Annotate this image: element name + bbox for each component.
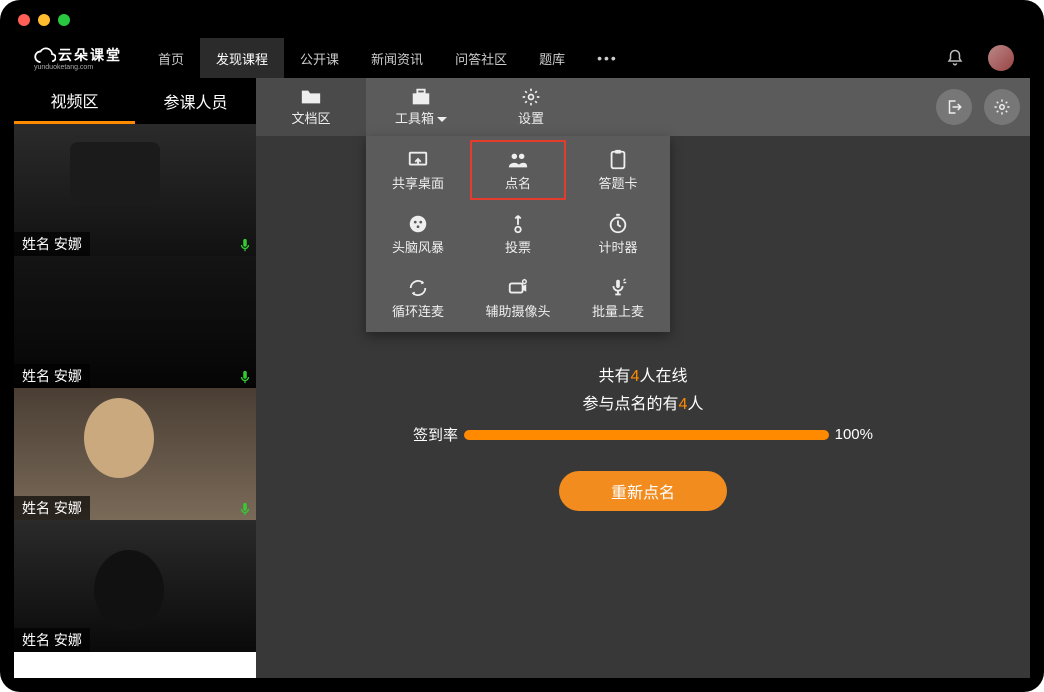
cloud-icon bbox=[34, 47, 56, 63]
batch-mic-icon bbox=[607, 277, 629, 299]
toolbox-button[interactable]: 工具箱 bbox=[366, 78, 476, 136]
min-dot[interactable] bbox=[38, 14, 50, 26]
vote-icon bbox=[507, 213, 529, 235]
nav-home[interactable]: 首页 bbox=[142, 38, 200, 78]
brainstorm-icon bbox=[407, 213, 429, 235]
tool-vote[interactable]: 投票 bbox=[468, 202, 568, 266]
exit-icon bbox=[945, 98, 963, 116]
toolbox-popup: 共享桌面 点名 答题卡 头脑风暴 投票 计时器 循环连麦 辅助摄像头 批量上麦 bbox=[366, 136, 670, 332]
tile-name: 姓名 安娜 bbox=[14, 496, 90, 520]
rate-row: 签到率 100% bbox=[413, 424, 873, 445]
aux-camera-icon bbox=[507, 277, 529, 299]
tab-roster[interactable]: 参课人员 bbox=[135, 78, 256, 124]
content-toolbar: 文档区 工具箱 设置 共享桌面 bbox=[256, 78, 1030, 136]
person-placeholder bbox=[84, 398, 154, 478]
empty-slot bbox=[14, 652, 256, 678]
nav-qa[interactable]: 问答社区 bbox=[439, 38, 523, 78]
chevron-down-icon bbox=[437, 117, 447, 122]
tool-brainstorm[interactable]: 头脑风暴 bbox=[368, 202, 468, 266]
retry-rollcall-button[interactable]: 重新点名 bbox=[559, 471, 727, 511]
video-list: 姓名 安娜 姓名 安娜 姓名 安娜 bbox=[14, 124, 256, 678]
nav-news[interactable]: 新闻资讯 bbox=[355, 38, 439, 78]
tool-round-mic[interactable]: 循环连麦 bbox=[368, 266, 468, 330]
video-tile[interactable]: 姓名 安娜 bbox=[14, 520, 256, 652]
sidebar-tabs: 视频区 参课人员 bbox=[14, 78, 256, 124]
folder-icon bbox=[300, 87, 322, 107]
round-mic-icon bbox=[407, 277, 429, 299]
bell-icon[interactable] bbox=[946, 49, 964, 67]
settings-button[interactable]: 设置 bbox=[476, 78, 586, 136]
tile-name: 姓名 安娜 bbox=[14, 364, 90, 388]
mic-icon bbox=[238, 502, 252, 516]
toolbox-icon bbox=[410, 87, 432, 107]
tile-name: 姓名 安娜 bbox=[14, 628, 90, 652]
mic-icon bbox=[238, 370, 252, 384]
tool-aux-camera[interactable]: 辅助摄像头 bbox=[468, 266, 568, 330]
timer-icon bbox=[607, 213, 629, 235]
nav-public[interactable]: 公开课 bbox=[284, 38, 355, 78]
rollcall-line: 参与点名的有4人 bbox=[413, 390, 873, 414]
logo-text: 云朵课堂 bbox=[58, 45, 122, 65]
tool-roll-call[interactable]: 点名 bbox=[468, 138, 568, 202]
logo[interactable]: 云朵课堂 yunduoketang.com bbox=[14, 38, 142, 78]
gear-icon bbox=[993, 98, 1011, 116]
topbar: 云朵课堂 yunduoketang.com 首页 发现课程 公开课 新闻资讯 问… bbox=[14, 38, 1030, 78]
settings-label: 设置 bbox=[518, 108, 544, 127]
tile-name: 姓名 安娜 bbox=[14, 232, 90, 256]
tool-share-screen[interactable]: 共享桌面 bbox=[368, 138, 468, 202]
top-nav: 首页 发现课程 公开课 新闻资讯 问答社区 题库 ••• bbox=[142, 38, 634, 78]
rate-label: 签到率 bbox=[413, 424, 458, 445]
nav-more[interactable]: ••• bbox=[581, 38, 634, 78]
person-placeholder bbox=[70, 142, 160, 202]
mic-icon bbox=[238, 238, 252, 252]
tool-answer-card[interactable]: 答题卡 bbox=[568, 138, 668, 202]
online-line: 共有4人在线 bbox=[413, 362, 873, 386]
sidebar: 视频区 参课人员 姓名 安娜 姓名 安娜 bbox=[14, 78, 256, 678]
rate-bar bbox=[464, 430, 829, 440]
rate-value: 100% bbox=[835, 426, 873, 443]
attendance-panel: 共有4人在线 参与点名的有4人 签到率 100% 重新点名 bbox=[413, 358, 873, 511]
video-tile[interactable]: 姓名 安娜 bbox=[14, 256, 256, 388]
nav-bank[interactable]: 题库 bbox=[523, 38, 581, 78]
content-area: 文档区 工具箱 设置 共享桌面 bbox=[256, 78, 1030, 678]
toolbox-label: 工具箱 bbox=[395, 111, 434, 126]
nav-discover[interactable]: 发现课程 bbox=[200, 38, 284, 78]
logo-sub: yunduoketang.com bbox=[34, 64, 93, 71]
tool-timer[interactable]: 计时器 bbox=[568, 202, 668, 266]
video-tile[interactable]: 姓名 安娜 bbox=[14, 388, 256, 520]
gear-button[interactable] bbox=[984, 89, 1020, 125]
window-controls bbox=[18, 14, 70, 26]
avatar[interactable] bbox=[988, 45, 1014, 71]
person-placeholder bbox=[94, 550, 164, 630]
folder-tab[interactable]: 文档区 bbox=[256, 78, 366, 136]
folder-label: 文档区 bbox=[291, 108, 330, 127]
tool-batch-mic[interactable]: 批量上麦 bbox=[568, 266, 668, 330]
video-tile[interactable]: 姓名 安娜 bbox=[14, 124, 256, 256]
tab-video-area[interactable]: 视频区 bbox=[14, 78, 135, 124]
answer-card-icon bbox=[607, 149, 629, 171]
gear-icon bbox=[520, 87, 542, 107]
close-dot[interactable] bbox=[18, 14, 30, 26]
roll-call-icon bbox=[507, 149, 529, 171]
share-screen-icon bbox=[407, 149, 429, 171]
max-dot[interactable] bbox=[58, 14, 70, 26]
exit-button[interactable] bbox=[936, 89, 972, 125]
